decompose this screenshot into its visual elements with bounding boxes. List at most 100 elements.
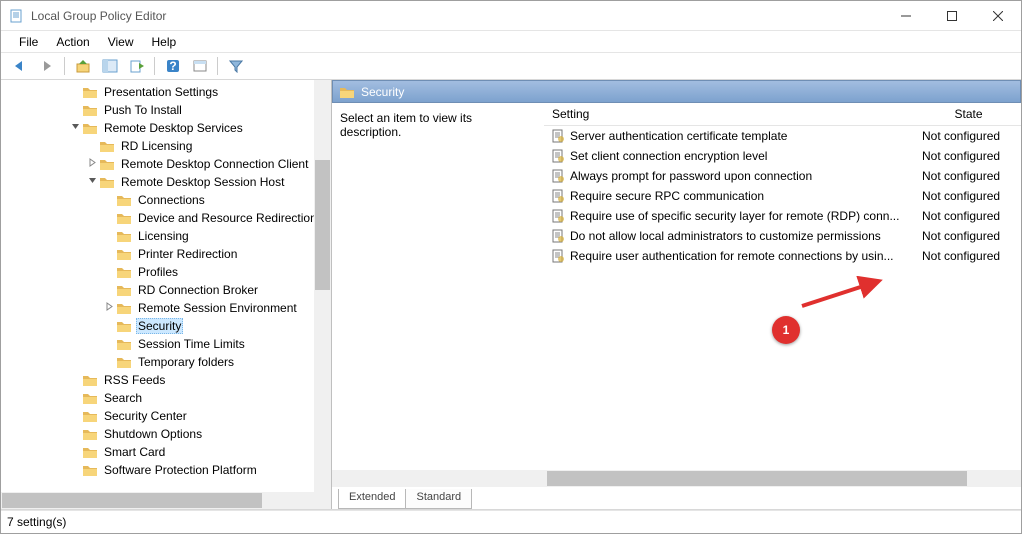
tree-node-label: RD Connection Broker	[136, 283, 260, 297]
tree-node[interactable]: Session Time Limits	[1, 335, 319, 353]
tab-standard[interactable]: Standard	[405, 489, 472, 509]
close-button[interactable]	[975, 1, 1021, 31]
folder-icon	[116, 319, 132, 333]
tree-node[interactable]: RD Licensing	[1, 137, 319, 155]
folder-icon	[116, 229, 132, 243]
tree-node[interactable]: Smart Card	[1, 443, 319, 461]
tree-node[interactable]: Connections	[1, 191, 319, 209]
properties-button[interactable]	[188, 55, 211, 77]
folder-icon	[82, 463, 98, 477]
minimize-button[interactable]	[883, 1, 929, 31]
tree-node[interactable]: Remote Desktop Session Host	[1, 173, 319, 191]
tree-node[interactable]: Device and Resource Redirection	[1, 209, 319, 227]
tree-node[interactable]: Remote Desktop Services	[1, 119, 319, 137]
help-button[interactable]: ?	[161, 55, 184, 77]
policy-icon	[550, 168, 566, 184]
expander-icon[interactable]	[86, 158, 99, 170]
tree-node[interactable]: Remote Session Environment	[1, 299, 319, 317]
setting-state: Not configured	[918, 169, 1021, 183]
tree-node-label: Push To Install	[102, 103, 184, 117]
folder-icon	[99, 175, 115, 189]
tree-node[interactable]: RD Connection Broker	[1, 281, 319, 299]
setting-state: Not configured	[918, 189, 1021, 203]
tree-node[interactable]: RSS Feeds	[1, 371, 319, 389]
expander-icon[interactable]	[69, 122, 82, 134]
forward-button[interactable]	[35, 55, 58, 77]
tree-node[interactable]: Push To Install	[1, 101, 319, 119]
setting-state: Not configured	[918, 129, 1021, 143]
setting-state: Not configured	[918, 249, 1021, 263]
detail-header-title: Security	[361, 85, 404, 99]
folder-icon	[82, 445, 98, 459]
filter-button[interactable]	[224, 55, 247, 77]
expander-icon[interactable]	[86, 176, 99, 188]
menu-help[interactable]: Help	[144, 33, 185, 51]
tree-node-label: Remote Desktop Connection Client	[119, 157, 310, 171]
setting-row[interactable]: Server authentication certificate templa…	[544, 126, 1021, 146]
tree-node[interactable]: Remote Desktop Connection Client	[1, 155, 319, 173]
tree-node[interactable]: Security Center	[1, 407, 319, 425]
setting-row[interactable]: Require secure RPC communicationNot conf…	[544, 186, 1021, 206]
folder-icon	[116, 337, 132, 351]
setting-row[interactable]: Always prompt for password upon connecti…	[544, 166, 1021, 186]
tree-node[interactable]: Shutdown Options	[1, 425, 319, 443]
column-state[interactable]: State	[916, 103, 1021, 125]
maximize-button[interactable]	[929, 1, 975, 31]
folder-icon	[99, 157, 115, 171]
setting-row[interactable]: Do not allow local administrators to cus…	[544, 226, 1021, 246]
tree-node[interactable]: Software Protection Platform	[1, 461, 319, 479]
tree-node-label: Profiles	[136, 265, 180, 279]
setting-state: Not configured	[918, 149, 1021, 163]
tree-node-label: Security Center	[102, 409, 189, 423]
setting-row[interactable]: Require use of specific security layer f…	[544, 206, 1021, 226]
tree-node[interactable]: Temporary folders	[1, 353, 319, 371]
up-button[interactable]	[71, 55, 94, 77]
list-header: Setting State	[544, 103, 1021, 126]
tree-node-label: Device and Resource Redirection	[136, 211, 319, 225]
folder-icon	[82, 409, 98, 423]
setting-name: Server authentication certificate templa…	[570, 129, 918, 143]
tree-node[interactable]: Licensing	[1, 227, 319, 245]
setting-name: Do not allow local administrators to cus…	[570, 229, 918, 243]
folder-icon	[82, 391, 98, 405]
back-button[interactable]	[8, 55, 31, 77]
detail-horizontal-scrollbar[interactable]	[332, 470, 1021, 487]
menu-file[interactable]: File	[11, 33, 46, 51]
column-setting[interactable]: Setting	[544, 103, 916, 125]
window-title: Local Group Policy Editor	[31, 9, 166, 23]
tree-node-label: Shutdown Options	[102, 427, 204, 441]
tree-node-label: Security	[136, 318, 183, 334]
status-bar: 7 setting(s)	[1, 510, 1021, 532]
tree-node-label: Remote Desktop Services	[102, 121, 245, 135]
detail-tabs: Extended Standard	[332, 487, 1021, 509]
tree-node-label: Licensing	[136, 229, 191, 243]
policy-icon	[550, 228, 566, 244]
description-text: Select an item to view its description.	[340, 111, 472, 139]
tree-vertical-scrollbar[interactable]	[314, 80, 331, 509]
tree-node-label: Remote Desktop Session Host	[119, 175, 286, 189]
policy-icon	[550, 208, 566, 224]
tree-node[interactable]: Search	[1, 389, 319, 407]
tab-extended[interactable]: Extended	[338, 489, 406, 509]
export-button[interactable]	[125, 55, 148, 77]
menu-view[interactable]: View	[100, 33, 142, 51]
tree-node-label: Remote Session Environment	[136, 301, 299, 315]
folder-icon	[116, 283, 132, 297]
tree-node[interactable]: Security	[1, 317, 319, 335]
tree-node[interactable]: Printer Redirection	[1, 245, 319, 263]
expander-icon[interactable]	[103, 302, 116, 314]
folder-icon	[82, 121, 98, 135]
setting-state: Not configured	[918, 209, 1021, 223]
tree-node-label: Temporary folders	[136, 355, 236, 369]
menu-action[interactable]: Action	[48, 33, 97, 51]
description-column: Select an item to view its description.	[332, 103, 544, 470]
show-hide-tree-button[interactable]	[98, 55, 121, 77]
tree-node[interactable]: Presentation Settings	[1, 83, 319, 101]
setting-row[interactable]: Set client connection encryption levelNo…	[544, 146, 1021, 166]
tree-node-label: Session Time Limits	[136, 337, 247, 351]
detail-panel: Security Select an item to view its desc…	[332, 80, 1021, 509]
tree-horizontal-scrollbar[interactable]	[1, 492, 314, 509]
tree-node[interactable]: Profiles	[1, 263, 319, 281]
policy-icon	[550, 128, 566, 144]
setting-row[interactable]: Require user authentication for remote c…	[544, 246, 1021, 266]
